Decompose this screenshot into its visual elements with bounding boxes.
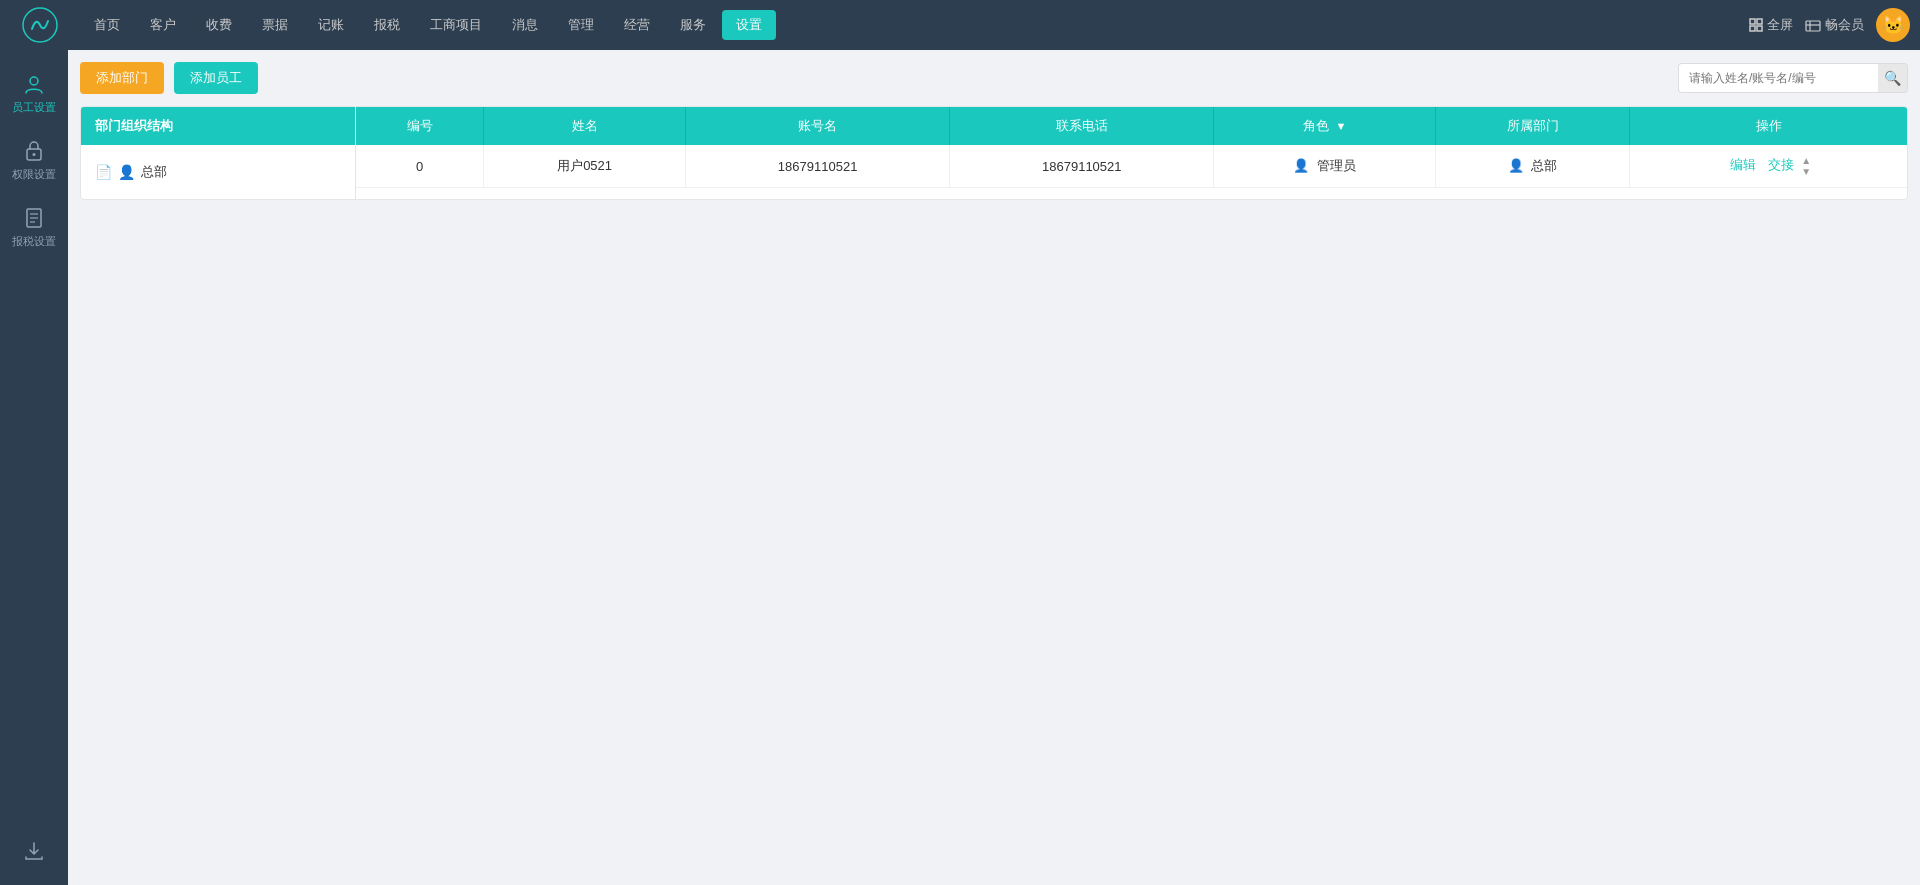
nav-settings[interactable]: 设置: [722, 10, 776, 40]
col-phone: 联系电话: [950, 107, 1214, 145]
svg-rect-3: [1750, 26, 1755, 31]
nav-manage[interactable]: 管理: [554, 10, 608, 40]
sidebar-item-staff[interactable]: 员工设置: [0, 60, 68, 127]
sidebar: 员工设置 权限设置 报税设置: [0, 50, 68, 885]
col-name: 姓名: [484, 107, 686, 145]
col-dept: 所属部门: [1435, 107, 1630, 145]
file-icon: 📄: [95, 164, 112, 180]
vip-button[interactable]: 畅会员: [1805, 16, 1864, 34]
dept-tree-item-general[interactable]: 📄 👤 总部: [81, 155, 355, 189]
vip-label: 畅会员: [1825, 16, 1864, 34]
dept-label-general: 总部: [141, 163, 167, 181]
fullscreen-button[interactable]: 全屏: [1749, 16, 1793, 34]
app-logo: [10, 7, 70, 43]
col-id: 编号: [356, 107, 484, 145]
svg-rect-5: [1806, 21, 1820, 31]
sidebar-item-download[interactable]: [0, 827, 68, 875]
sidebar-permissions-label: 权限设置: [12, 167, 56, 182]
cell-role: 👤 管理员: [1214, 145, 1435, 188]
add-dept-button[interactable]: 添加部门: [80, 62, 164, 94]
staff-panel: 编号 姓名 账号名 联系电话 角色 ▼ 所属部门 操作: [356, 107, 1907, 199]
row-scroll-control[interactable]: ▲ ▼: [1801, 155, 1811, 177]
download-icon: [22, 839, 46, 863]
search-area: 🔍: [1678, 63, 1908, 93]
col-account: 账号名: [686, 107, 950, 145]
nav-tax[interactable]: 报税: [360, 10, 414, 40]
scroll-up-icon: ▲: [1801, 155, 1811, 166]
sidebar-tax-label: 报税设置: [12, 234, 56, 249]
dept-icon: 👤: [1508, 158, 1524, 173]
svg-point-8: [30, 77, 38, 85]
sidebar-item-permissions[interactable]: 权限设置: [0, 127, 68, 194]
dept-panel: 部门组织结构 📄 👤 总部: [81, 107, 356, 199]
top-nav: 首页 客户 收费 票据 记账 报税 工商项目 消息 管理 经营 服务 设置 全屏: [0, 0, 1920, 50]
search-button[interactable]: 🔍: [1878, 63, 1908, 93]
panels: 部门组织结构 📄 👤 总部 编号 姓名 账号名: [80, 106, 1908, 200]
sidebar-staff-label: 员工设置: [12, 100, 56, 115]
nav-message[interactable]: 消息: [498, 10, 552, 40]
col-actions: 操作: [1630, 107, 1907, 145]
main-layout: 员工设置 权限设置 报税设置: [0, 50, 1920, 885]
staff-table: 编号 姓名 账号名 联系电话 角色 ▼ 所属部门 操作: [356, 107, 1907, 188]
cell-account: 18679110521: [686, 145, 950, 188]
search-input[interactable]: [1678, 63, 1878, 93]
col-role: 角色 ▼: [1214, 107, 1435, 145]
nav-business[interactable]: 工商项目: [416, 10, 496, 40]
nav-items: 首页 客户 收费 票据 记账 报税 工商项目 消息 管理 经营 服务 设置: [80, 10, 1749, 40]
role-icon: 👤: [1293, 158, 1309, 173]
cell-actions: 编辑 交接 ▲ ▼: [1630, 145, 1907, 188]
nav-operation[interactable]: 经营: [610, 10, 664, 40]
nav-invoice[interactable]: 票据: [248, 10, 302, 40]
lock-icon: [22, 139, 46, 163]
nav-billing[interactable]: 收费: [192, 10, 246, 40]
nav-customer[interactable]: 客户: [136, 10, 190, 40]
dept-person-icon: 👤: [118, 164, 135, 180]
svg-rect-4: [1757, 26, 1762, 31]
table-row: 0 用户0521 18679110521 18679110521 👤 管理员 👤…: [356, 145, 1907, 188]
nav-right: 全屏 畅会员 🐱: [1749, 8, 1910, 42]
transfer-link[interactable]: 交接: [1768, 157, 1794, 172]
cell-name: 用户0521: [484, 145, 686, 188]
svg-point-10: [33, 153, 36, 156]
staff-icon: [22, 72, 46, 96]
svg-rect-1: [1750, 19, 1755, 24]
nav-accounting[interactable]: 记账: [304, 10, 358, 40]
add-staff-button[interactable]: 添加员工: [174, 62, 258, 94]
filter-icon[interactable]: ▼: [1335, 120, 1346, 132]
fullscreen-label: 全屏: [1767, 16, 1793, 34]
cell-dept: 👤 总部: [1435, 145, 1630, 188]
search-icon: 🔍: [1884, 70, 1901, 86]
toolbar: 添加部门 添加员工 🔍: [80, 62, 1908, 94]
edit-link[interactable]: 编辑: [1730, 157, 1756, 172]
scroll-down-icon: ▼: [1801, 166, 1811, 177]
dept-header: 部门组织结构: [81, 107, 355, 145]
svg-rect-2: [1757, 19, 1762, 24]
nav-service[interactable]: 服务: [666, 10, 720, 40]
sidebar-item-tax-settings[interactable]: 报税设置: [0, 194, 68, 261]
cell-phone: 18679110521: [950, 145, 1214, 188]
nav-home[interactable]: 首页: [80, 10, 134, 40]
user-avatar[interactable]: 🐱: [1876, 8, 1910, 42]
dept-tree: 📄 👤 总部: [81, 145, 355, 199]
tax-settings-icon: [22, 206, 46, 230]
content-area: 添加部门 添加员工 🔍 部门组织结构 📄 👤 总部: [68, 50, 1920, 885]
cell-id: 0: [356, 145, 484, 188]
